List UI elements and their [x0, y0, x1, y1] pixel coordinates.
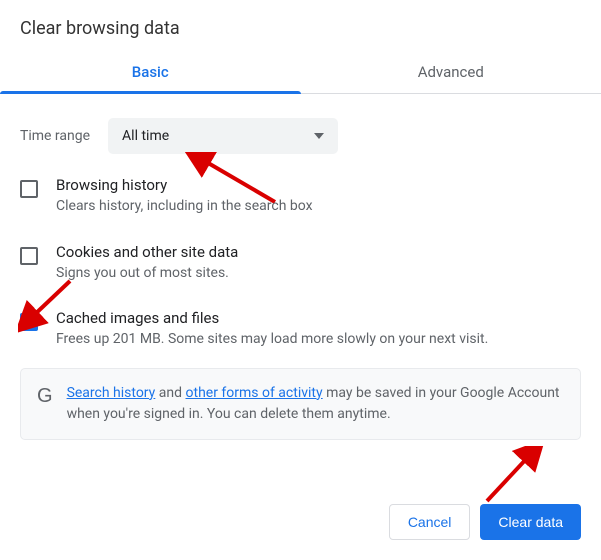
- cancel-button[interactable]: Cancel: [389, 504, 471, 540]
- checkbox-browsing-history[interactable]: [20, 180, 38, 198]
- time-range-value: All time: [122, 128, 169, 144]
- chevron-down-icon: [314, 133, 324, 139]
- option-title: Browsing history: [56, 176, 581, 194]
- checkbox-cached[interactable]: [20, 313, 38, 331]
- link-search-history[interactable]: Search history: [67, 385, 156, 401]
- option-title: Cached images and files: [56, 309, 581, 327]
- dialog-title: Clear browsing data: [0, 0, 601, 49]
- tab-advanced[interactable]: Advanced: [301, 49, 601, 93]
- option-cached: Cached images and files Frees up 201 MB.…: [20, 309, 581, 350]
- dialog-buttons: Cancel Clear data: [389, 504, 581, 540]
- tab-basic[interactable]: Basic: [0, 49, 301, 93]
- time-range-label: Time range: [20, 128, 90, 144]
- info-text: Search history and other forms of activi…: [67, 383, 564, 425]
- option-desc: Frees up 201 MB. Some sites may load mor…: [56, 330, 581, 350]
- check-icon: [22, 315, 36, 329]
- annotation-arrow-icon: [477, 446, 547, 506]
- option-cookies: Cookies and other site data Signs you ou…: [20, 243, 581, 284]
- info-box: G Search history and other forms of acti…: [20, 368, 581, 440]
- time-range-select[interactable]: All time: [108, 118, 338, 154]
- option-desc: Signs you out of most sites.: [56, 264, 581, 284]
- google-logo-icon: G: [37, 385, 53, 408]
- option-desc: Clears history, including in the search …: [56, 197, 581, 217]
- link-other-activity[interactable]: other forms of activity: [186, 385, 323, 401]
- clear-data-button[interactable]: Clear data: [480, 504, 581, 540]
- time-range-row: Time range All time: [20, 118, 581, 154]
- tabs: Basic Advanced: [0, 49, 601, 94]
- checkbox-cookies[interactable]: [20, 247, 38, 265]
- option-browsing-history: Browsing history Clears history, includi…: [20, 176, 581, 217]
- option-title: Cookies and other site data: [56, 243, 581, 261]
